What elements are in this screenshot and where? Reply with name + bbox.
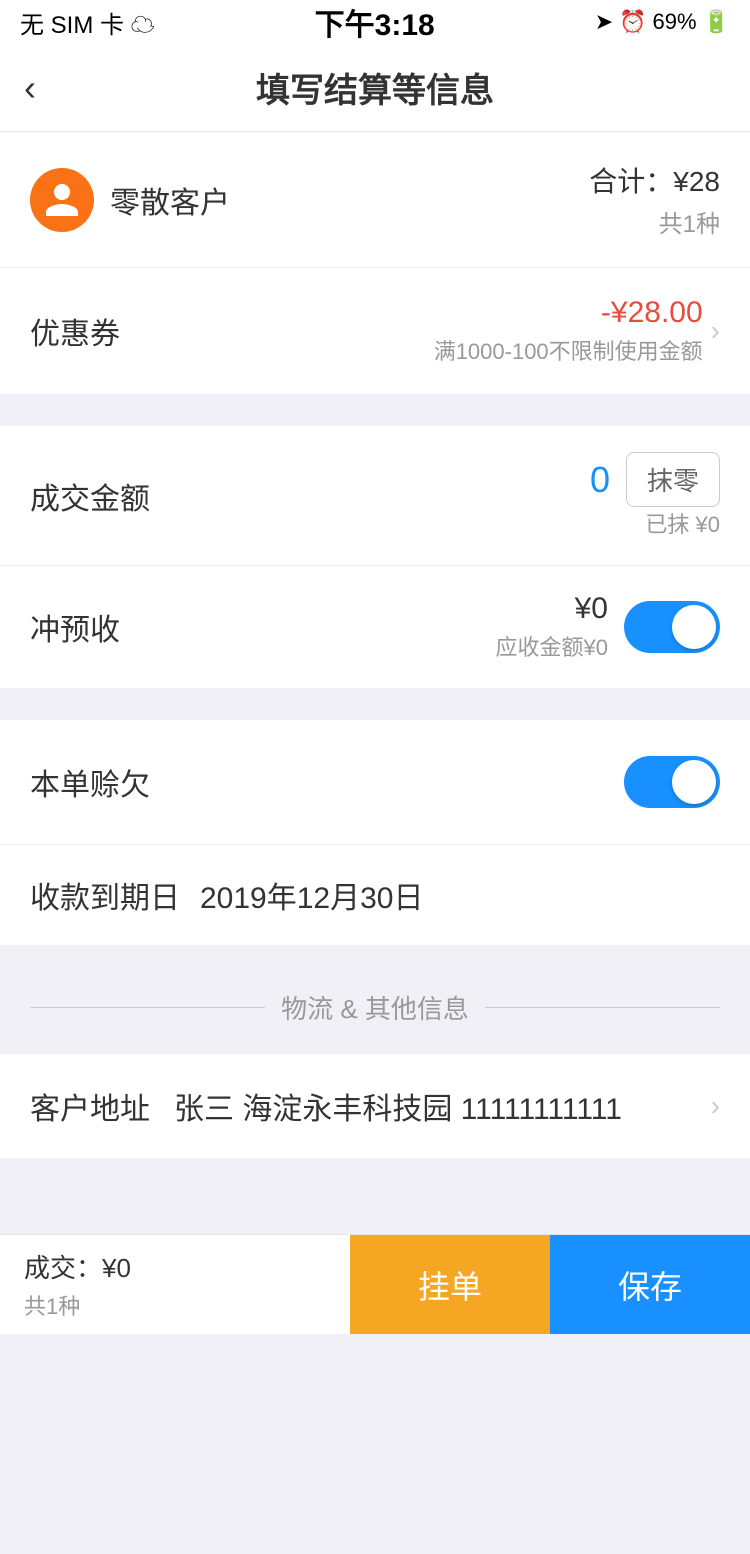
advance-sub: 应收金额¥0 — [496, 630, 608, 662]
advance-right: ¥0 应收金额¥0 — [496, 592, 720, 662]
customer-name: 零散客户 — [110, 178, 230, 222]
credit-label: 本单赊欠 — [30, 760, 150, 804]
logistics-separator: 物流 & 其他信息 — [0, 961, 750, 1054]
bottom-deal: 成交：¥0 — [24, 1248, 326, 1285]
battery-level: 69% — [653, 9, 697, 35]
bottom-count: 共1种 — [24, 1289, 326, 1321]
deal-section: 成交金额 0 抹零 已抹 ¥0 冲预收 ¥0 应收金额¥0 — [0, 426, 750, 688]
deal-label: 成交金额 — [30, 474, 150, 518]
coupon-row[interactable]: 优惠券 -¥28.00 满1000-100不限制使用金额 › — [0, 267, 750, 394]
bottom-summary: 成交：¥0 共1种 — [0, 1235, 350, 1334]
customer-section: 零散客户 合计：¥28 共1种 优惠券 -¥28.00 满1000-100不限制… — [0, 132, 750, 394]
due-label: 收款到期日 — [30, 873, 180, 917]
avatar — [30, 168, 94, 232]
credit-toggle[interactable] — [624, 756, 720, 808]
hold-button[interactable]: 挂单 — [350, 1235, 550, 1334]
address-label: 客户地址 — [30, 1084, 150, 1128]
address-chevron-icon: › — [711, 1090, 720, 1122]
alarm-icon: ⏰ — [619, 9, 646, 35]
nav-bar: ‹ 填写结算等信息 — [0, 44, 750, 132]
customer-summary: 合计：¥28 共1种 — [589, 160, 720, 239]
total-count: 共1种 — [589, 204, 720, 239]
sim-status: 无 SIM 卡 ☁ — [20, 5, 155, 40]
status-left: 无 SIM 卡 ☁ — [20, 5, 155, 40]
coupon-right: -¥28.00 满1000-100不限制使用金额 › — [434, 296, 720, 366]
coupon-label: 优惠券 — [30, 309, 120, 353]
customer-row: 零散客户 合计：¥28 共1种 — [0, 132, 750, 267]
address-section: 客户地址 张三 海淀永丰科技园 11111111111 › — [0, 1054, 750, 1158]
sep-line-left — [30, 1007, 265, 1008]
customer-left: 零散客户 — [30, 168, 230, 232]
back-button[interactable]: ‹ — [24, 67, 36, 109]
divider-2 — [0, 704, 750, 720]
page-title: 填写结算等信息 — [256, 63, 494, 112]
credit-section: 本单赊欠 收款到期日 2019年12月30日 — [0, 720, 750, 945]
deal-sub: 已抹 ¥0 — [590, 507, 720, 539]
due-value[interactable]: 2019年12月30日 — [200, 873, 423, 917]
deal-row: 成交金额 0 抹零 已抹 ¥0 — [0, 426, 750, 566]
advance-main: ¥0 — [496, 592, 608, 626]
battery-icon: 🔋 — [703, 9, 730, 35]
bottom-deal-amount: ¥0 — [102, 1253, 131, 1283]
total-amount: 合计：¥28 — [589, 160, 720, 200]
address-value: 张三 海淀永丰科技园 11111111111 — [174, 1084, 711, 1128]
bottom-bar: 成交：¥0 共1种 挂单 保存 — [0, 1234, 750, 1334]
location-icon: ➤ — [595, 9, 613, 35]
due-date-row: 收款到期日 2019年12月30日 — [0, 844, 750, 945]
bottom-deal-label: 成交： — [24, 1253, 102, 1283]
chevron-right-icon: › — [711, 315, 720, 347]
advance-label: 冲预收 — [30, 605, 120, 649]
deal-right: 0 抹零 — [590, 452, 720, 507]
logistics-label: 物流 & 其他信息 — [281, 989, 469, 1026]
deal-value[interactable]: 0 — [590, 459, 610, 501]
address-row[interactable]: 客户地址 张三 海淀永丰科技园 11111111111 › — [0, 1054, 750, 1158]
status-bar: 无 SIM 卡 ☁ 下午3:18 ➤ ⏰ 69% 🔋 — [0, 0, 750, 44]
advance-toggle[interactable] — [624, 601, 720, 653]
status-time: 下午3:18 — [315, 0, 435, 44]
credit-row: 本单赊欠 — [0, 720, 750, 844]
coupon-amount: -¥28.00 — [434, 296, 703, 330]
credit-toggle-knob — [672, 760, 716, 804]
advance-row: 冲预收 ¥0 应收金额¥0 — [0, 566, 750, 688]
round-zero-button[interactable]: 抹零 — [626, 452, 720, 507]
status-right: ➤ ⏰ 69% 🔋 — [595, 9, 730, 35]
advance-amounts: ¥0 应收金额¥0 — [496, 592, 608, 662]
save-button[interactable]: 保存 — [550, 1235, 750, 1334]
coupon-desc: 满1000-100不限制使用金额 — [434, 334, 703, 366]
divider-1 — [0, 410, 750, 426]
sep-line-right — [485, 1007, 720, 1008]
toggle-knob — [672, 605, 716, 649]
